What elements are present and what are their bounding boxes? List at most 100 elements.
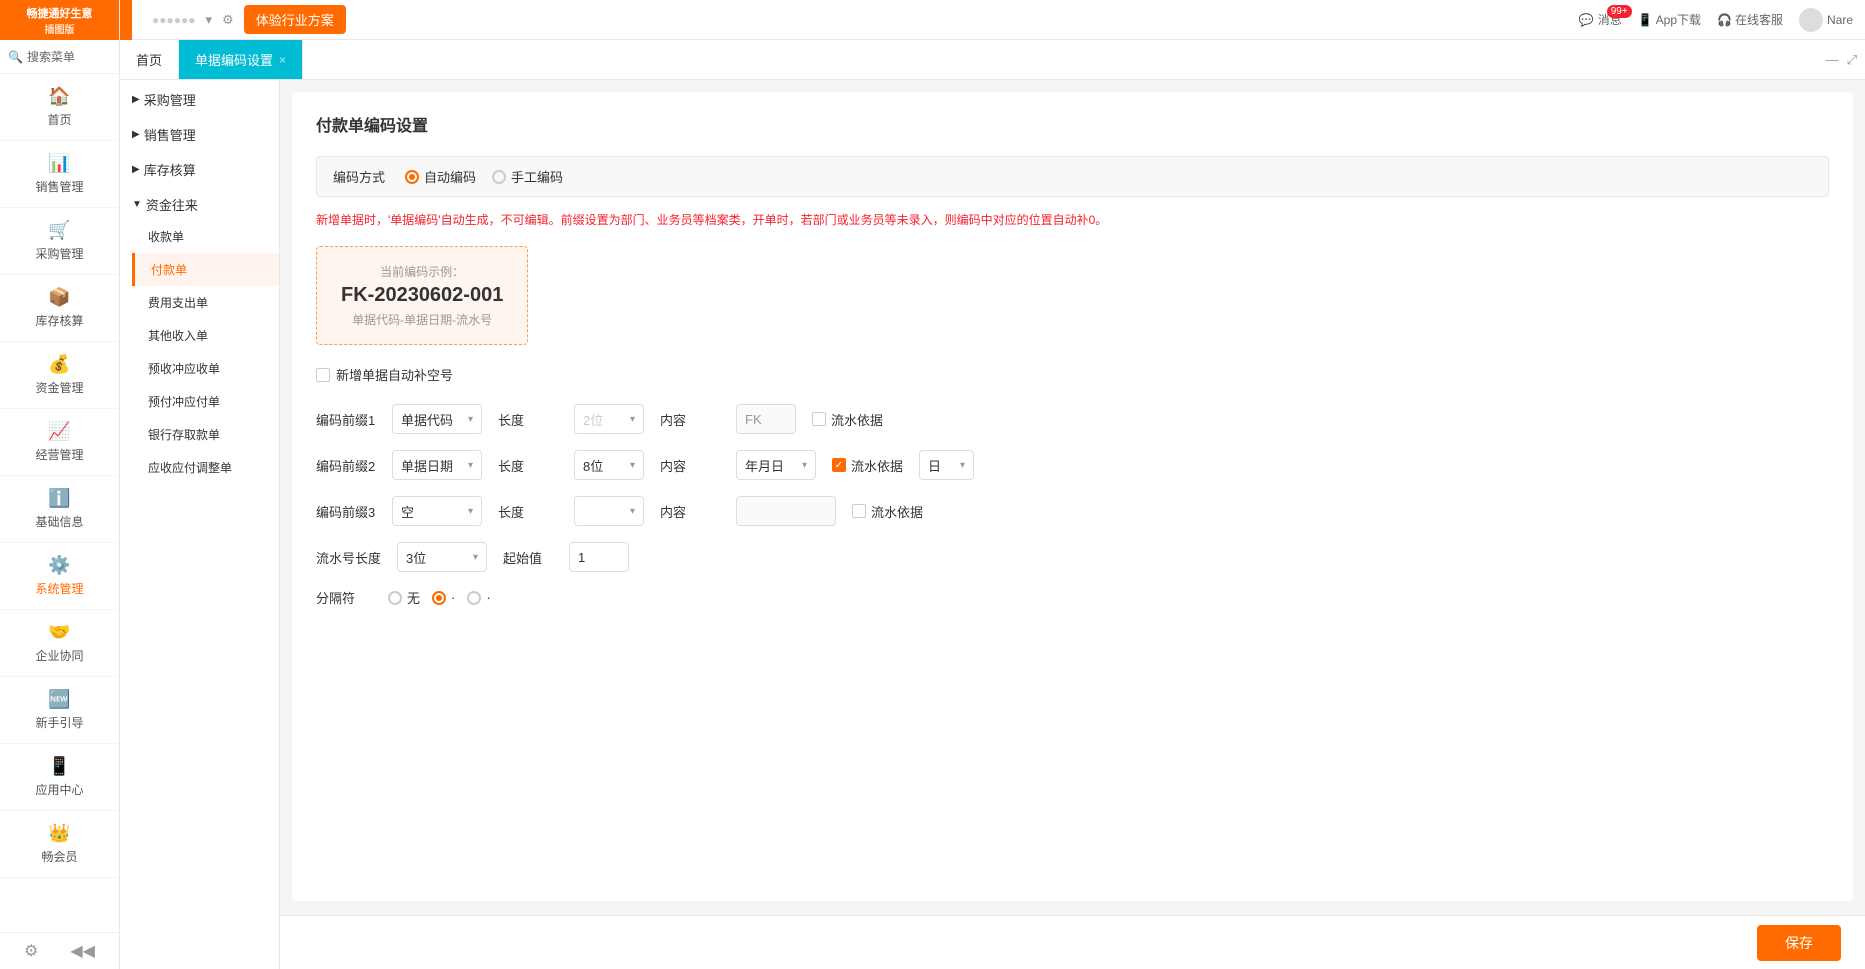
separator-dot-circle (432, 591, 446, 605)
length-label-3: 长度 (498, 502, 558, 521)
sub-item-payment[interactable]: 付款单 (132, 253, 279, 286)
sidebar-item-basic[interactable]: ℹ️ 基础信息 (0, 476, 119, 543)
length-select-3[interactable]: ▾ (574, 496, 644, 526)
topbar-right: 💬 消息 99+ 📱 App下载 🎧 在线客服 Nare (1579, 8, 1853, 32)
expand-arrow-icon: ▶ (132, 164, 140, 175)
system-icon: ⚙️ (48, 555, 70, 576)
chevron-down-icon[interactable]: ▾ (206, 12, 213, 28)
waterfall-check-2[interactable]: ✓ 流水依据 (832, 456, 903, 475)
app-download-btn[interactable]: 📱 App下载 (1638, 11, 1701, 28)
encoding-mode-bar: 编码方式 自动编码 手工编码 (316, 156, 1829, 197)
auto-fill-checkbox[interactable] (316, 368, 330, 382)
purchase-icon: 🛒 (48, 220, 70, 241)
tab-encoding-settings[interactable]: 单据编码设置 × (179, 40, 303, 79)
expand-icon[interactable]: ⤢ (1847, 52, 1857, 68)
manual-encode-radio-circle (492, 170, 506, 184)
basic-icon: ℹ️ (48, 488, 70, 509)
prefix-row-2: 编码前缀2 单据日期 ▾ 长度 8位 ▾ 内容 年月日 ▾ ✓ 流水依据 日 ▾ (316, 450, 1829, 480)
prefix-select-3[interactable]: 空 ▾ (392, 496, 482, 526)
sidebar-item-purchase[interactable]: 🛒 采购管理 (0, 208, 119, 275)
finance-icon: 💰 (48, 354, 70, 375)
length-label-2: 长度 (498, 456, 558, 475)
content-label-1: 内容 (660, 410, 720, 429)
start-value-input[interactable]: 1 (569, 542, 629, 572)
expand-arrow-icon: ▶ (132, 129, 140, 140)
home-icon: 🏠 (48, 86, 70, 107)
prefix-label-1: 编码前缀1 (316, 410, 376, 429)
serial-length-select[interactable]: 3位 ▾ (397, 542, 487, 572)
content-input-3 (736, 496, 836, 526)
serial-length-label: 流水号长度 (316, 548, 381, 567)
length-select-2[interactable]: 8位 ▾ (574, 450, 644, 480)
sidebar-item-apps[interactable]: 📱 应用中心 (0, 744, 119, 811)
sales-icon: 📊 (48, 153, 70, 174)
sidebar-item-home[interactable]: 🏠 首页 (0, 74, 119, 141)
waterfall-checkbox-1 (812, 412, 826, 426)
sidebar-item-member[interactable]: 👑 畅会员 (0, 811, 119, 878)
sidebar-item-inventory[interactable]: 📦 库存核算 (0, 275, 119, 342)
serial-row: 流水号长度 3位 ▾ 起始值 1 (316, 542, 1829, 572)
separator-none-radio[interactable]: 无 (388, 588, 420, 607)
sub-item-receipt[interactable]: 收款单 (132, 220, 279, 253)
headset-icon: 🎧 (1717, 13, 1732, 27)
auto-fill-row: 新增单据自动补空号 (316, 365, 1829, 384)
sidebar-item-operation[interactable]: 📈 经营管理 (0, 409, 119, 476)
manual-encode-radio[interactable]: 手工编码 (492, 167, 563, 186)
topbar-company-name: ●●●●●● (152, 13, 196, 27)
chevron-down-icon: ▾ (473, 552, 478, 563)
search-menu-btn[interactable]: 🔍 搜索菜单 (0, 40, 119, 74)
sub-group-sales[interactable]: ▶ 销售管理 (120, 115, 279, 150)
minimize-icon[interactable]: — (1826, 52, 1839, 67)
prefix-row-3: 编码前缀3 空 ▾ 长度 ▾ 内容 流水依据 (316, 496, 1829, 526)
content-select-2[interactable]: 年月日 ▾ (736, 450, 816, 480)
sub-item-pre-pay[interactable]: 预付冲应付单 (132, 385, 279, 418)
sub-item-bank[interactable]: 银行存取款单 (132, 418, 279, 451)
message-btn[interactable]: 💬 消息 99+ (1579, 11, 1622, 28)
download-icon: 📱 (1638, 13, 1653, 27)
enterprise-icon: 🤝 (48, 622, 70, 643)
tab-home[interactable]: 首页 (120, 40, 179, 79)
length-select-1[interactable]: 2位 ▾ (574, 404, 644, 434)
sidebar-logo: 畅捷通好生意 插图版 (0, 0, 119, 40)
sidebar-item-enterprise[interactable]: 🤝 企业协同 (0, 610, 119, 677)
encoding-radio-group: 自动编码 手工编码 (405, 167, 563, 186)
sub-item-other-income[interactable]: 其他收入单 (132, 319, 279, 352)
nav-tabs: 首页 单据编码设置 × — ⤢ (120, 40, 1865, 80)
member-icon: 👑 (48, 823, 70, 844)
tab-close-icon[interactable]: × (279, 53, 286, 67)
waterfall-checkbox-3 (852, 504, 866, 518)
sub-item-expense[interactable]: 费用支出单 (132, 286, 279, 319)
separator-dot2-radio[interactable]: · (467, 590, 490, 605)
auto-encode-radio[interactable]: 自动编码 (405, 167, 476, 186)
tab-actions: — ⤢ (1818, 40, 1865, 79)
prefix-select-1[interactable]: 单据代码 ▾ (392, 404, 482, 434)
sub-group-capital[interactable]: ▼ 资金往来 (120, 185, 279, 220)
separator-dot-radio[interactable]: · (432, 590, 455, 605)
content-label-2: 内容 (660, 456, 720, 475)
sidebar-item-finance[interactable]: 💰 资金管理 (0, 342, 119, 409)
sub-item-pre-recv[interactable]: 预收冲应收单 (132, 352, 279, 385)
user-avatar[interactable]: Nare (1799, 8, 1853, 32)
sidebar-item-newguide[interactable]: 🆕 新手引导 (0, 677, 119, 744)
separator-row: 分隔符 无 · · (316, 588, 1829, 607)
waterfall-check-1[interactable]: 流水依据 (812, 410, 883, 429)
experience-btn[interactable]: 体验行业方案 (244, 5, 346, 34)
sub-group-inventory[interactable]: ▶ 库存核算 (120, 150, 279, 185)
sidebar-item-sales[interactable]: 📊 销售管理 (0, 141, 119, 208)
prefix-select-2[interactable]: 单据日期 ▾ (392, 450, 482, 480)
save-button[interactable]: 保存 (1757, 925, 1841, 961)
collapse-icon[interactable]: ◀◀ (70, 941, 95, 961)
chevron-down-icon: ▾ (630, 506, 635, 517)
waterfall-unit-select[interactable]: 日 ▾ (919, 450, 974, 480)
sidebar-item-system[interactable]: ⚙️ 系统管理 (0, 543, 119, 610)
sub-group-purchase[interactable]: ▶ 采购管理 (120, 80, 279, 115)
online-service-btn[interactable]: 🎧 在线客服 (1717, 11, 1783, 28)
chevron-down-icon: ▾ (468, 460, 473, 471)
settings-icon[interactable]: ⚙ (222, 12, 234, 28)
search-icon: 🔍 (8, 50, 23, 64)
waterfall-check-3[interactable]: 流水依据 (852, 502, 923, 521)
sub-item-adjust[interactable]: 应收应付调整单 (132, 451, 279, 484)
separator-none-circle (388, 591, 402, 605)
sidebar-menu: 🏠 首页 📊 销售管理 🛒 采购管理 📦 库存核算 💰 资金管理 📈 经营管理 … (0, 74, 119, 932)
settings-bottom-icon[interactable]: ⚙ (24, 941, 38, 961)
